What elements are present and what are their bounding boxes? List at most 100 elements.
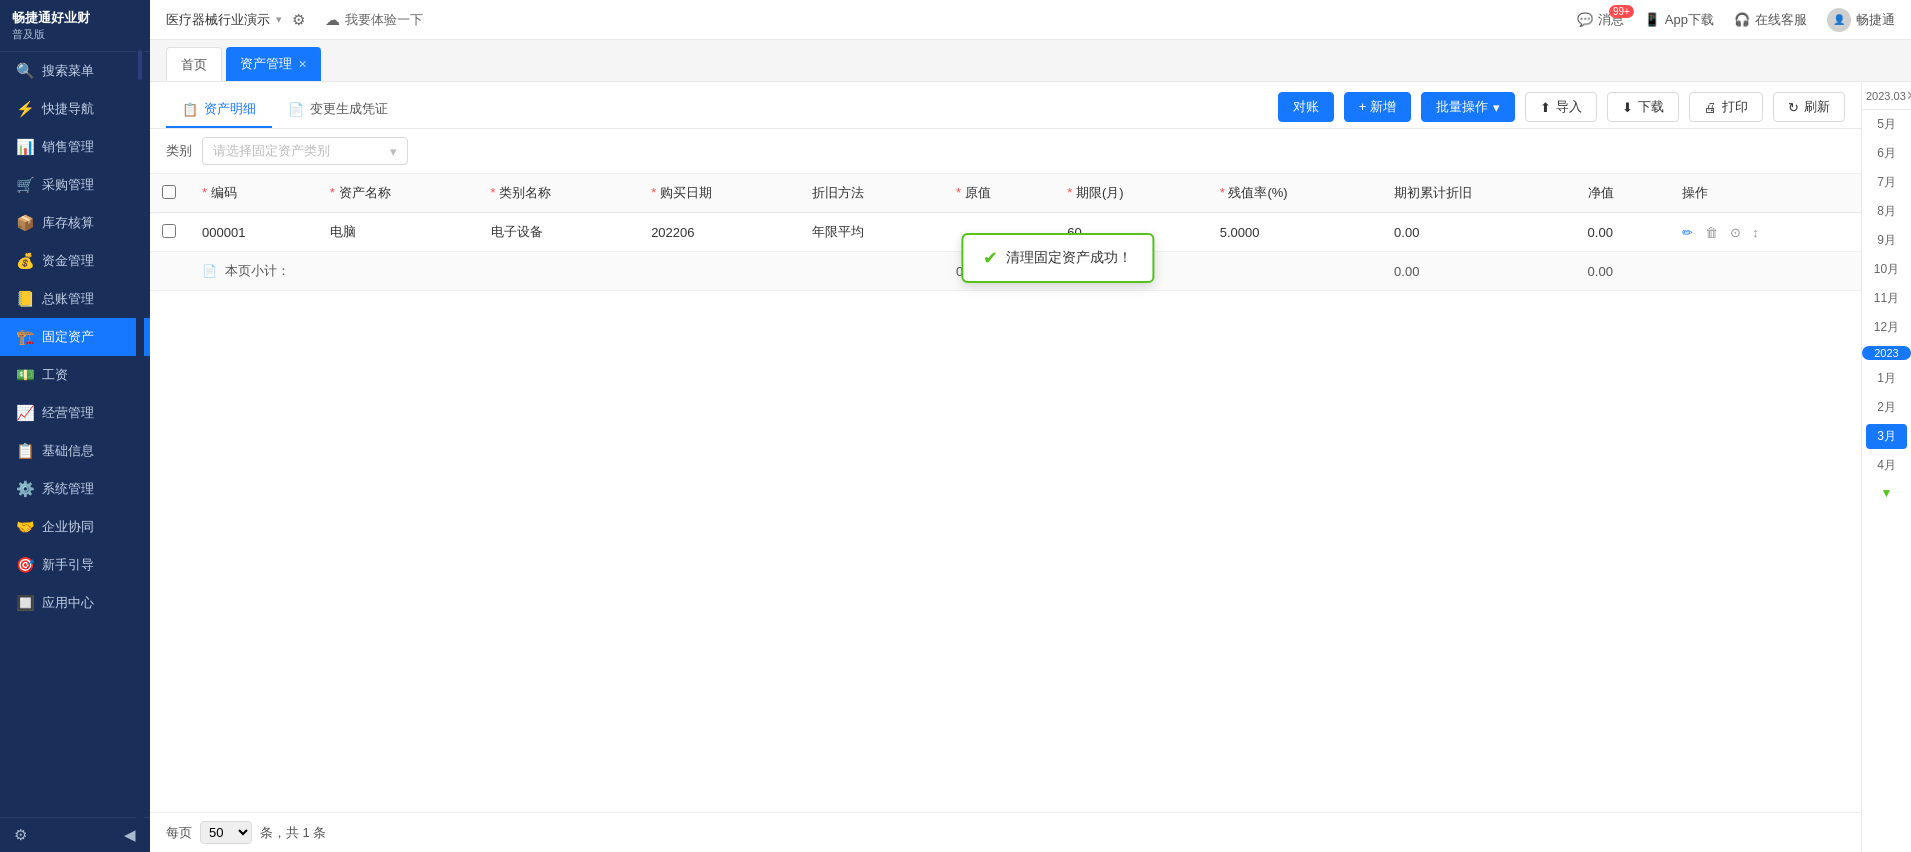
sidebar-item-appcenter[interactable]: 🔲 应用中心 (0, 584, 150, 622)
sidebar-item-label: 系统管理 (42, 480, 94, 498)
sidebar-item-collab[interactable]: 🤝 企业协同 (0, 508, 150, 546)
cal-month-9[interactable]: 9月 (1862, 226, 1911, 255)
collapse-icon[interactable]: ◀ (124, 826, 136, 844)
inner-tab-asset-detail[interactable]: 📋 资产明细 (166, 92, 272, 128)
sidebar-item-payroll[interactable]: 💵 工资 (0, 356, 150, 394)
quicknav-icon: ⚡ (16, 100, 34, 118)
per-page-select[interactable]: 50 100 200 (200, 821, 252, 844)
cal-month-3-active[interactable]: 3月 (1866, 424, 1907, 449)
voucher-icon: 📄 (288, 102, 304, 117)
user-profile[interactable]: 👤 畅捷通 (1827, 8, 1895, 32)
asset-detail-icon: 📋 (182, 102, 198, 117)
settings-icon[interactable]: ⚙ (14, 826, 27, 844)
sidebar-item-funds[interactable]: 💰 资金管理 (0, 242, 150, 280)
copy-icon[interactable]: ⊙ (1730, 225, 1741, 240)
company-arrow-icon: ▾ (276, 13, 282, 26)
category-select[interactable]: 请选择固定资产类别 ▾ (202, 137, 408, 165)
cal-month-7[interactable]: 7月 (1862, 168, 1911, 197)
cal-month-2[interactable]: 2月 (1862, 393, 1911, 422)
tab-asset-management[interactable]: 资产管理 ✕ (226, 47, 321, 81)
guide-icon: 🎯 (16, 556, 34, 574)
row-checkbox[interactable] (162, 224, 176, 238)
app-download-label: App下载 (1665, 11, 1714, 29)
experience-btn[interactable]: ☁ 我要体验一下 (325, 11, 423, 29)
delete-icon[interactable]: 🗑 (1705, 225, 1718, 240)
sidebar-item-operations[interactable]: 📈 经营管理 (0, 394, 150, 432)
new-btn[interactable]: + 新增 (1344, 92, 1411, 122)
print-label: 打印 (1722, 98, 1748, 116)
cal-bottom-icon[interactable]: ▼ (1862, 480, 1911, 506)
message-icon: 💬 (1577, 12, 1593, 27)
sidebar-nav: 🔍 搜索菜单 ⚡ 快捷导航 📊 销售管理 🛒 采购管理 📦 库存核算 💰 资金管… (0, 52, 150, 817)
row-initial-dep: 0.00 (1382, 213, 1576, 252)
sidebar-item-search[interactable]: 🔍 搜索菜单 (0, 52, 150, 90)
download-btn[interactable]: ⬇ 下载 (1607, 92, 1679, 122)
cal-month-6[interactable]: 6月 (1862, 139, 1911, 168)
per-page-label: 每页 (166, 824, 192, 842)
system-icon: ⚙️ (16, 480, 34, 498)
close-tab-icon[interactable]: ✕ (298, 58, 307, 71)
sidebar-item-ledger[interactable]: 📒 总账管理 (0, 280, 150, 318)
topbar: 医疗器械行业演示 ▾ ⚙ ☁ 我要体验一下 💬 消息 99+ 📱 App下载 🎧… (150, 0, 1911, 40)
cal-month-1[interactable]: 1月 (1862, 364, 1911, 393)
sidebar-item-label: 工资 (42, 366, 68, 384)
col-purchase-date: 购买日期 (639, 174, 800, 213)
cal-month-4[interactable]: 4月 (1862, 451, 1911, 480)
batch-ops-btn[interactable]: 批量操作 ▾ (1421, 92, 1515, 122)
avatar: 👤 (1827, 8, 1851, 32)
close-panel-icon[interactable]: ✕ (1906, 88, 1911, 103)
select-all-header (150, 174, 190, 213)
col-operations: 操作 (1670, 174, 1861, 213)
online-service-btn[interactable]: 🎧 在线客服 (1734, 11, 1807, 29)
sidebar-item-fixed-assets[interactable]: 🏗️ 固定资产 (0, 318, 150, 356)
sidebar-item-purchase[interactable]: 🛒 采购管理 (0, 166, 150, 204)
print-icon: 🖨 (1704, 100, 1717, 115)
subtotal-empty-1 (150, 252, 190, 291)
tab-home[interactable]: 首页 (166, 47, 222, 81)
sidebar-item-basic-info[interactable]: 📋 基础信息 (0, 432, 150, 470)
row-net-value: 0.00 (1576, 213, 1671, 252)
row-asset-name: 电脑 (318, 213, 479, 252)
cal-month-8[interactable]: 8月 (1862, 197, 1911, 226)
appcenter-icon: 🔲 (16, 594, 34, 612)
app-download-btn[interactable]: 📱 App下载 (1644, 11, 1714, 29)
sidebar-item-label: 固定资产 (42, 328, 94, 346)
settings-gear-icon[interactable]: ⚙ (292, 11, 305, 29)
message-btn[interactable]: 💬 消息 99+ (1577, 11, 1624, 29)
payroll-icon: 💵 (16, 366, 34, 384)
sidebar-footer: ⚙ ◀ (0, 817, 150, 852)
edit-icon[interactable]: ✏ (1682, 225, 1693, 240)
inner-tab-voucher-label: 变更生成凭证 (310, 100, 388, 118)
sidebar-item-guide[interactable]: 🎯 新手引导 (0, 546, 150, 584)
cal-month-10[interactable]: 10月 (1862, 255, 1911, 284)
more-icon[interactable]: ↕ (1752, 225, 1759, 240)
sidebar-item-inventory[interactable]: 📦 库存核算 (0, 204, 150, 242)
calendar-header-date: 2023.03 (1866, 90, 1906, 102)
filter-row: 类别 请选择固定资产类别 ▾ (150, 129, 1861, 174)
sidebar-item-label: 应用中心 (42, 594, 94, 612)
tab-home-label: 首页 (181, 56, 207, 74)
cal-month-5[interactable]: 5月 (1862, 110, 1911, 139)
select-all-checkbox[interactable] (162, 185, 176, 199)
sidebar-item-label: 新手引导 (42, 556, 94, 574)
sidebar-item-quicknav[interactable]: ⚡ 快捷导航 (0, 90, 150, 128)
sidebar-item-sales[interactable]: 📊 销售管理 (0, 128, 150, 166)
sidebar-item-label: 搜索菜单 (42, 62, 94, 80)
subtotal-initial-dep: 0.00 (1382, 252, 1576, 291)
cal-month-12[interactable]: 12月 (1862, 313, 1911, 342)
company-selector[interactable]: 医疗器械行业演示 ▾ (166, 11, 282, 29)
refresh-btn[interactable]: ↻ 刷新 (1773, 92, 1845, 122)
cal-month-11[interactable]: 11月 (1862, 284, 1911, 313)
reconcile-btn[interactable]: 对账 (1278, 92, 1334, 122)
print-btn[interactable]: 🖨 打印 (1689, 92, 1763, 122)
col-net-value: 净值 (1576, 174, 1671, 213)
year-2023-badge[interactable]: 2023 (1862, 346, 1911, 360)
import-btn[interactable]: ⬆ 导入 (1525, 92, 1597, 122)
col-depreciation-method: 折旧方法 (800, 174, 944, 213)
inner-tab-voucher[interactable]: 📄 变更生成凭证 (272, 92, 404, 128)
col-original-value: 原值 (944, 174, 1055, 213)
funds-icon: 💰 (16, 252, 34, 270)
cloud-icon: ☁ (325, 11, 340, 29)
sidebar-item-system[interactable]: ⚙️ 系统管理 (0, 470, 150, 508)
subtotal-empty-3 (1208, 252, 1382, 291)
